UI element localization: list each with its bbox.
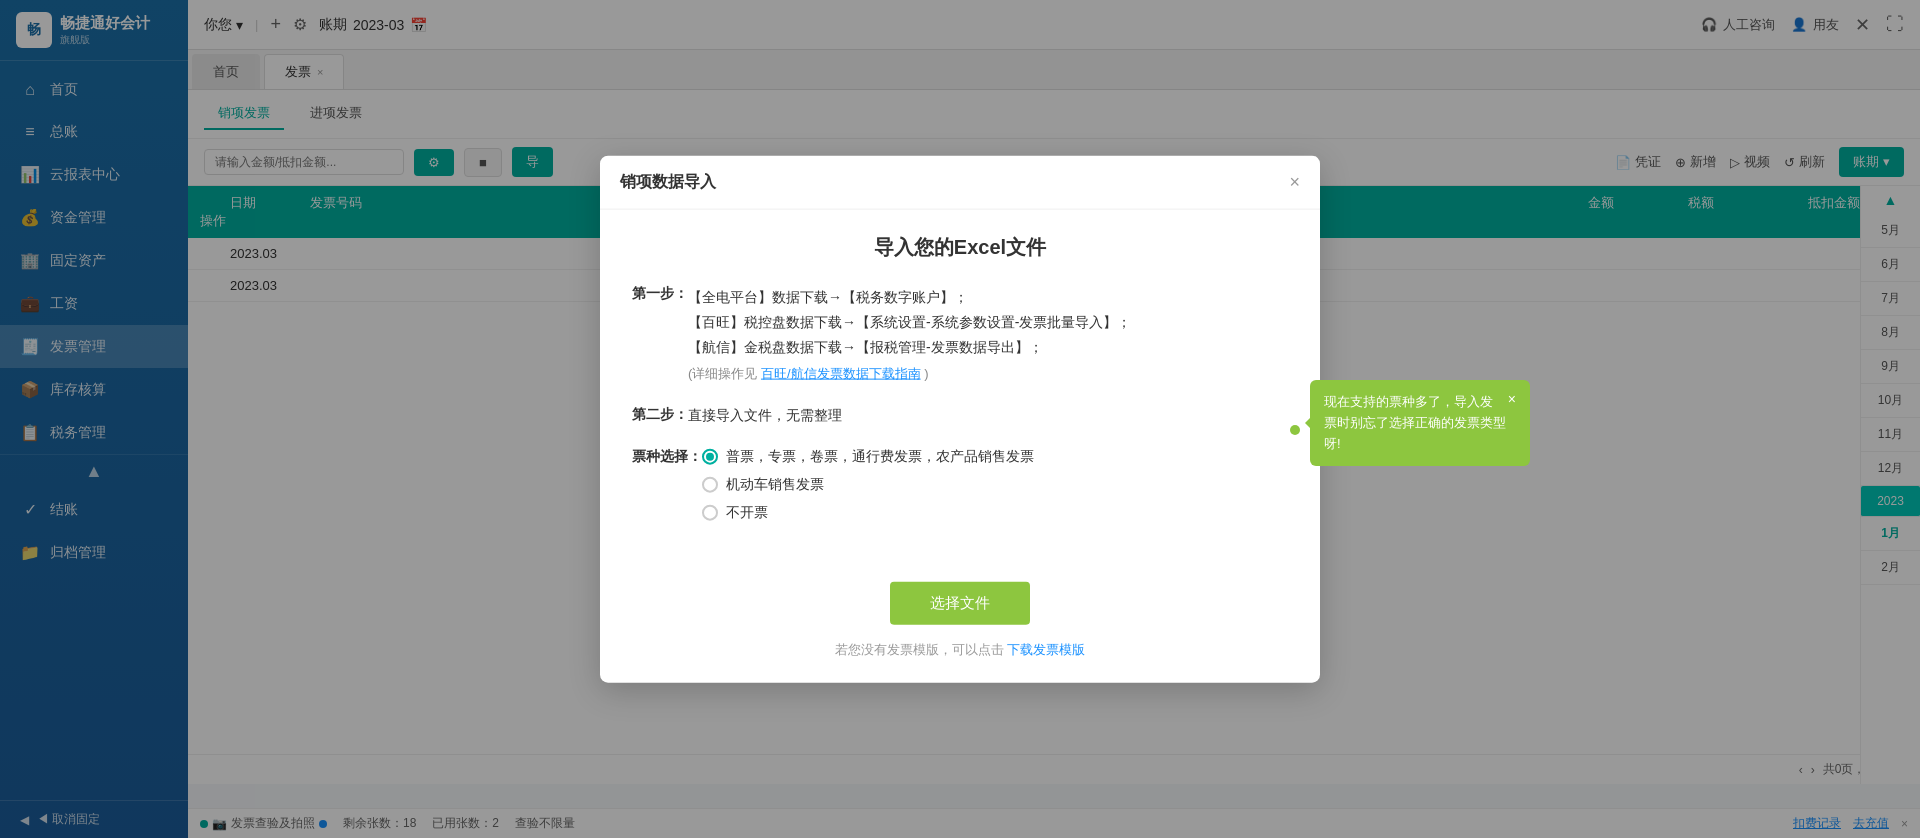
hint-prefix: 若您没有发票模版，可以点击 [835,641,1004,656]
select-file-button[interactable]: 选择文件 [890,581,1030,624]
modal-footer: 选择文件 若您没有发票模版，可以点击 下载发票模版 [600,565,1320,682]
radio-normal-circle [702,448,718,464]
modal-title: 销项数据导入 [620,172,716,193]
download-template-link[interactable]: 下载发票模版 [1007,641,1085,656]
tooltip-close-button[interactable]: × [1508,392,1516,406]
radio-motor[interactable]: 机动车销售发票 [702,475,1034,493]
step1-section: 第一步： 【全电平台】数据下载→【税务数字账户】； 【百旺】税控盘数据下载→【系… [632,285,1288,383]
step1-link-suffix: ) [924,365,928,380]
modal-close-button[interactable]: × [1289,172,1300,193]
step2-section: 第二步： 直接导入文件，无需整理 [632,402,1288,427]
radio-motor-circle [702,476,718,492]
step1-line2: 【百旺】税控盘数据下载→【系统设置-系统参数设置-发票批量导入】； [688,310,1131,335]
radio-noticket-label: 不开票 [726,503,768,521]
radio-normal[interactable]: 普票，专票，卷票，通行费发票，农产品销售发票 [702,447,1034,465]
radio-noticket[interactable]: 不开票 [702,503,1034,521]
step1-label: 第一步： [632,285,688,303]
step1-link-row: (详细操作见 百旺/航信发票数据下载指南 ) [688,364,1131,382]
radio-normal-label: 普票，专票，卷票，通行费发票，农产品销售发票 [726,447,1034,465]
ticket-label: 票种选择： [632,447,702,465]
tooltip-dot [1290,425,1300,435]
step2-label: 第二步： [632,406,688,424]
tooltip-text: 现在支持的票种多了，导入发票时别忘了选择正确的发票类型呀! [1324,394,1506,451]
modal-hint: 若您没有发票模版，可以点击 下载发票模版 [632,640,1288,658]
modal-body: 导入您的Excel文件 第一步： 【全电平台】数据下载→【税务数字账户】； 【百… [600,210,1320,566]
import-modal: 销项数据导入 × 导入您的Excel文件 第一步： 【全电平台】数据下载→【税务… [600,156,1320,683]
tooltip-popup: × 现在支持的票种多了，导入发票时别忘了选择正确的发票类型呀! [1310,380,1530,466]
modal-header: 销项数据导入 × [600,156,1320,210]
step1-guide-link[interactable]: 百旺/航信发票数据下载指南 [761,365,921,380]
step1-line3: 【航信】金税盘数据下载→【报税管理-发票数据导出】； [688,335,1131,360]
step1-line1: 【全电平台】数据下载→【税务数字账户】； [688,285,1131,310]
step2-text: 直接导入文件，无需整理 [688,402,842,427]
ticket-select-section: 票种选择： 普票，专票，卷票，通行费发票，农产品销售发票 机动车销售发票 [632,447,1288,521]
modal-main-title: 导入您的Excel文件 [632,234,1288,261]
radio-motor-label: 机动车销售发票 [726,475,824,493]
radio-group: 普票，专票，卷票，通行费发票，农产品销售发票 机动车销售发票 不开票 [702,447,1034,521]
step1-link-prefix: (详细操作见 [688,365,757,380]
radio-noticket-circle [702,504,718,520]
